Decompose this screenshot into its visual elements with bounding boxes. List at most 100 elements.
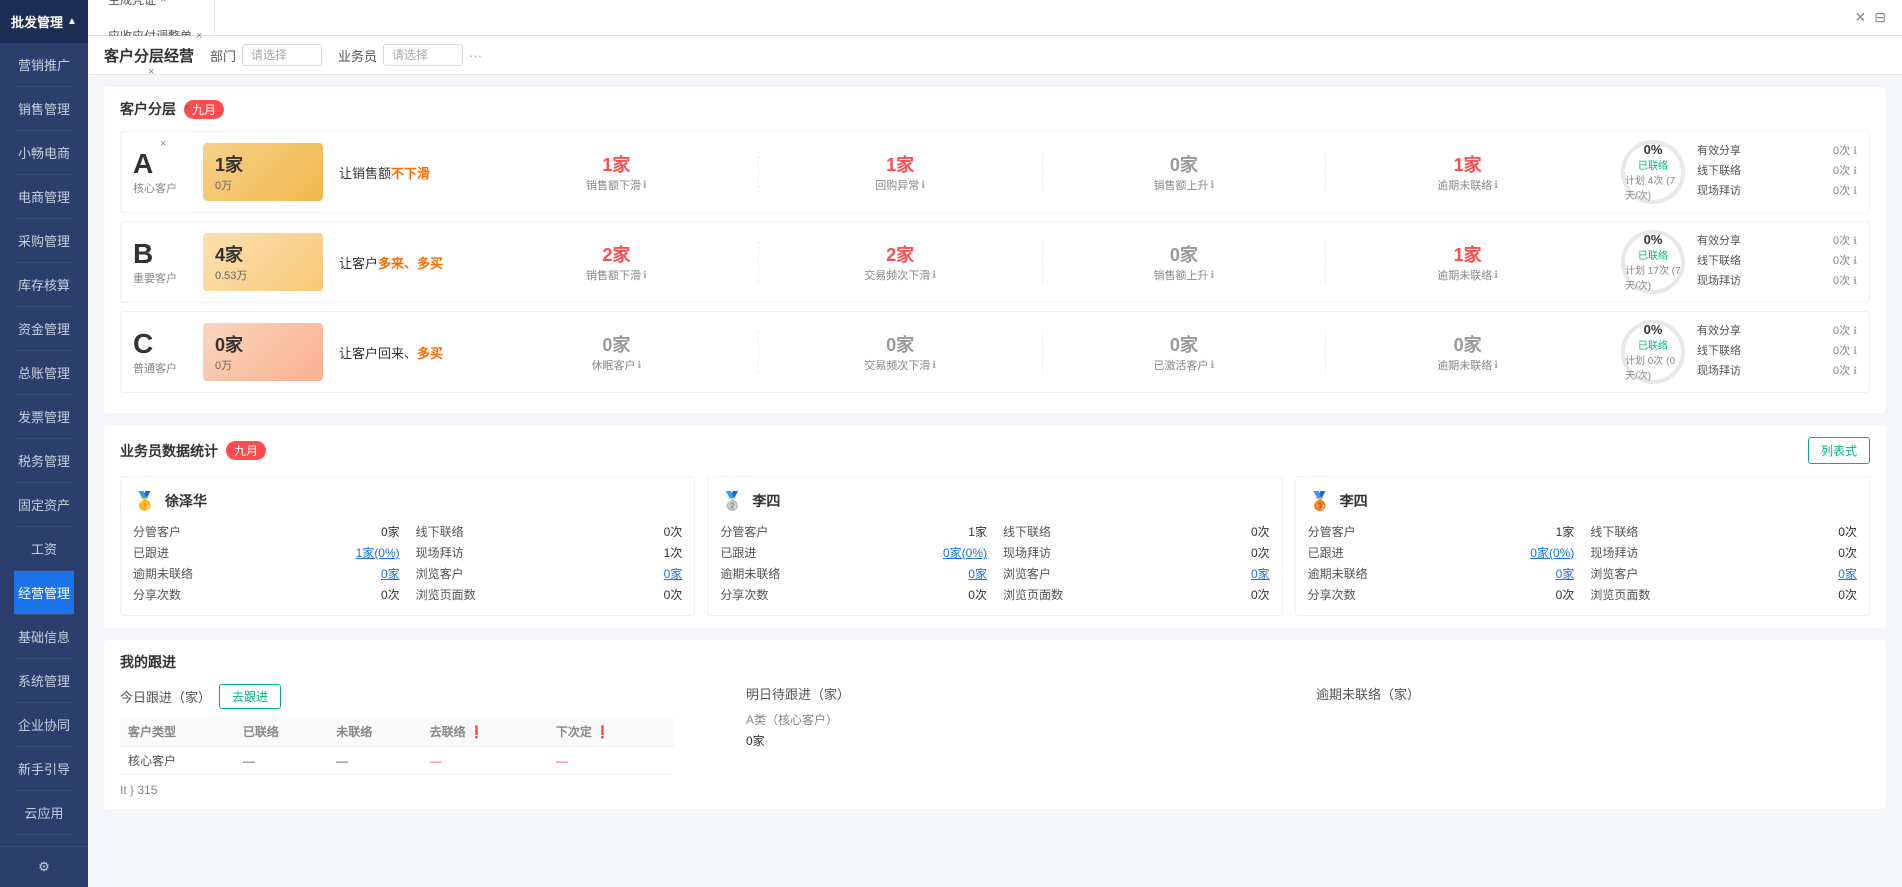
info-icon[interactable]: ℹ [932, 360, 936, 371]
agent-medal-icon: 🥈 [720, 489, 744, 513]
tier-name: 重要客户 [133, 270, 203, 286]
sidebar-item-云应用[interactable]: 云应用 [14, 791, 74, 835]
info-icon[interactable]: ℹ [1853, 276, 1857, 287]
sidebar: 批发管理 ▲ 营销推广销售管理小畅电商电商管理采购管理库存核算资金管理总账管理发… [0, 0, 88, 887]
sidebar-item-经营管理[interactable]: 经营管理 [14, 571, 74, 615]
tier-stat-label: 逾期未联络 ℹ [1334, 177, 1601, 193]
sidebar-item-税务管理[interactable]: 税务管理 [14, 439, 74, 483]
sidebar-item-资金管理[interactable]: 资金管理 [14, 307, 74, 351]
sidebar-item-固定资产[interactable]: 固定资产 [14, 483, 74, 527]
agent-stats: 分管客户0家线下联络0次已跟进1家(0%)现场拜访1次逾期未联络0家浏览客户0家… [133, 523, 682, 603]
dept-select[interactable]: 请选择 [242, 44, 322, 66]
info-icon[interactable]: ℹ [1210, 180, 1214, 191]
tier-right-stat-row: 有效分享0次 ℹ [1697, 232, 1857, 252]
list-view-button[interactable]: 列表式 [1808, 437, 1870, 464]
tier-row-c: C普通客户0家0万让客户回来、多买0家休眠客户 ℹ0家交易频次下滑 ℹ0家已激活… [120, 311, 1870, 393]
sidebar-item-总账管理[interactable]: 总账管理 [14, 351, 74, 395]
info-icon[interactable]: ℹ [1494, 180, 1498, 191]
tier-stat-num: 0家 [483, 331, 750, 357]
info-icon[interactable]: ℹ [1210, 270, 1214, 281]
info-icon[interactable]: ℹ [1494, 270, 1498, 281]
info-icon[interactable]: ℹ [1853, 256, 1857, 267]
info-icon[interactable]: ℹ [1494, 360, 1498, 371]
tab-close-icon[interactable]: × [196, 30, 202, 42]
tier-stat-item[interactable]: 1家回购异常 ℹ [759, 151, 1043, 193]
tab-close-icon[interactable]: × [184, 102, 190, 114]
agent-stat-value[interactable]: 0家 [1251, 565, 1270, 582]
agent-stat-value[interactable]: 0家(0%) [943, 544, 987, 561]
tier-name: 普通客户 [133, 360, 203, 376]
info-icon[interactable]: ℹ [1853, 166, 1857, 177]
agent-stat-value: 0次 [1251, 523, 1270, 540]
sidebar-item-工资[interactable]: 工资 [14, 527, 74, 571]
tier-stat-item[interactable]: 1家逾期未联络 ℹ [1326, 151, 1609, 193]
sidebar-item-库存核算[interactable]: 库存核算 [14, 263, 74, 307]
tier-stat-item[interactable]: 1家销售额下滑 ℹ [475, 151, 759, 193]
tier-stat-item[interactable]: 2家交易频次下滑 ℹ [759, 241, 1043, 283]
sidebar-expand-icon[interactable]: ▲ [67, 16, 77, 27]
sidebar-item-发票管理[interactable]: 发票管理 [14, 395, 74, 439]
agent-stat-value[interactable]: 1家(0%) [356, 544, 400, 561]
tier-stat-item[interactable]: 2家销售额下滑 ℹ [475, 241, 759, 283]
info-icon[interactable]: ℹ [1853, 366, 1857, 377]
tier-stat-item[interactable]: 0家交易频次下滑 ℹ [759, 331, 1043, 373]
agent-stat-value: 0次 [1838, 586, 1857, 603]
agent-select[interactable]: 请选择 [383, 44, 463, 66]
sidebar-item-营销推广[interactable]: 营销推广 [14, 43, 74, 87]
sidebar-item-基础信息[interactable]: 基础信息 [14, 615, 74, 659]
tier-stat-item[interactable]: 1家逾期未联络 ℹ [1326, 241, 1609, 283]
agent-name: 李四 [752, 491, 780, 511]
info-icon[interactable]: ℹ [1853, 236, 1857, 247]
tab-生成凭证[interactable]: 生成凭证 × [96, 0, 215, 18]
agent-stat-value[interactable]: 0家 [1556, 565, 1575, 582]
tab-window-restore-icon[interactable]: ⊟ [1874, 9, 1886, 26]
right-stat-val: 0次 ℹ [1833, 232, 1857, 252]
th-customer-type: 客户类型 [120, 717, 235, 747]
tab-close-icon[interactable]: × [160, 0, 166, 6]
info-icon[interactable]: ℹ [1853, 186, 1857, 197]
info-icon[interactable]: ℹ [643, 270, 647, 281]
right-stat-label: 有效分享 [1697, 142, 1741, 162]
tier-stat-item[interactable]: 0家休眠客户 ℹ [475, 331, 759, 373]
info-icon[interactable]: ℹ [921, 180, 925, 191]
tier-letter: B [133, 238, 203, 270]
sidebar-item-企业协同[interactable]: 企业协同 [14, 703, 74, 747]
info-icon[interactable]: ℹ [1853, 146, 1857, 157]
agent-stat-value: 1次 [664, 544, 683, 561]
agent-stat-value[interactable]: 0家 [1838, 565, 1857, 582]
info-icon[interactable]: ℹ [643, 180, 647, 191]
tab-close-icon[interactable]: × [160, 138, 166, 150]
tab-close-icon[interactable]: × [148, 66, 154, 78]
agent-stat-value[interactable]: 0家(0%) [1530, 544, 1574, 561]
sidebar-item-电商管理[interactable]: 电商管理 [14, 175, 74, 219]
tier-count-sub: 0万 [215, 177, 311, 193]
agent-stat-row: 浏览客户0家 [416, 565, 683, 582]
sidebar-item-销售管理[interactable]: 销售管理 [14, 87, 74, 131]
info-icon[interactable]: ℹ [1853, 326, 1857, 337]
customer-tier-header: 客户分层 九月 [120, 99, 1870, 119]
tier-count-num: 4家 [215, 241, 311, 267]
more-icon[interactable]: ··· [469, 48, 482, 63]
tier-stat-item[interactable]: 0家销售额上升 ℹ [1043, 241, 1327, 283]
agent-stat-value[interactable]: 0家 [381, 565, 400, 582]
go-follow-button[interactable]: 去跟进 [219, 684, 281, 709]
agent-stat-value[interactable]: 0家 [664, 565, 683, 582]
bottom-text: It } 315 [120, 783, 1870, 797]
tier-stat-item[interactable]: 0家销售额上升 ℹ [1043, 151, 1327, 193]
info-icon[interactable]: ℹ [1210, 360, 1214, 371]
sidebar-item-新手引导[interactable]: 新手引导 [14, 747, 74, 791]
tab-close-icon[interactable]: × [184, 174, 190, 186]
tier-stat-item[interactable]: 0家已激活客户 ℹ [1043, 331, 1327, 373]
tier-count-sub: 0.53万 [215, 267, 311, 283]
tab-window-close-icon[interactable]: ✕ [1855, 9, 1867, 26]
sidebar-item-系统管理[interactable]: 系统管理 [14, 659, 74, 703]
info-icon[interactable]: ℹ [932, 270, 936, 281]
agent-stat-row: 分管客户1家 [1308, 523, 1575, 540]
info-icon[interactable]: ℹ [1853, 346, 1857, 357]
info-icon[interactable]: ℹ [637, 360, 641, 371]
tier-stat-item[interactable]: 0家逾期未联络 ℹ [1326, 331, 1609, 373]
agent-stat-value[interactable]: 0家 [968, 565, 987, 582]
sidebar-item-小畅电商[interactable]: 小畅电商 [14, 131, 74, 175]
sidebar-item-采购管理[interactable]: 采购管理 [14, 219, 74, 263]
sidebar-settings[interactable]: ⚙ [0, 846, 88, 887]
